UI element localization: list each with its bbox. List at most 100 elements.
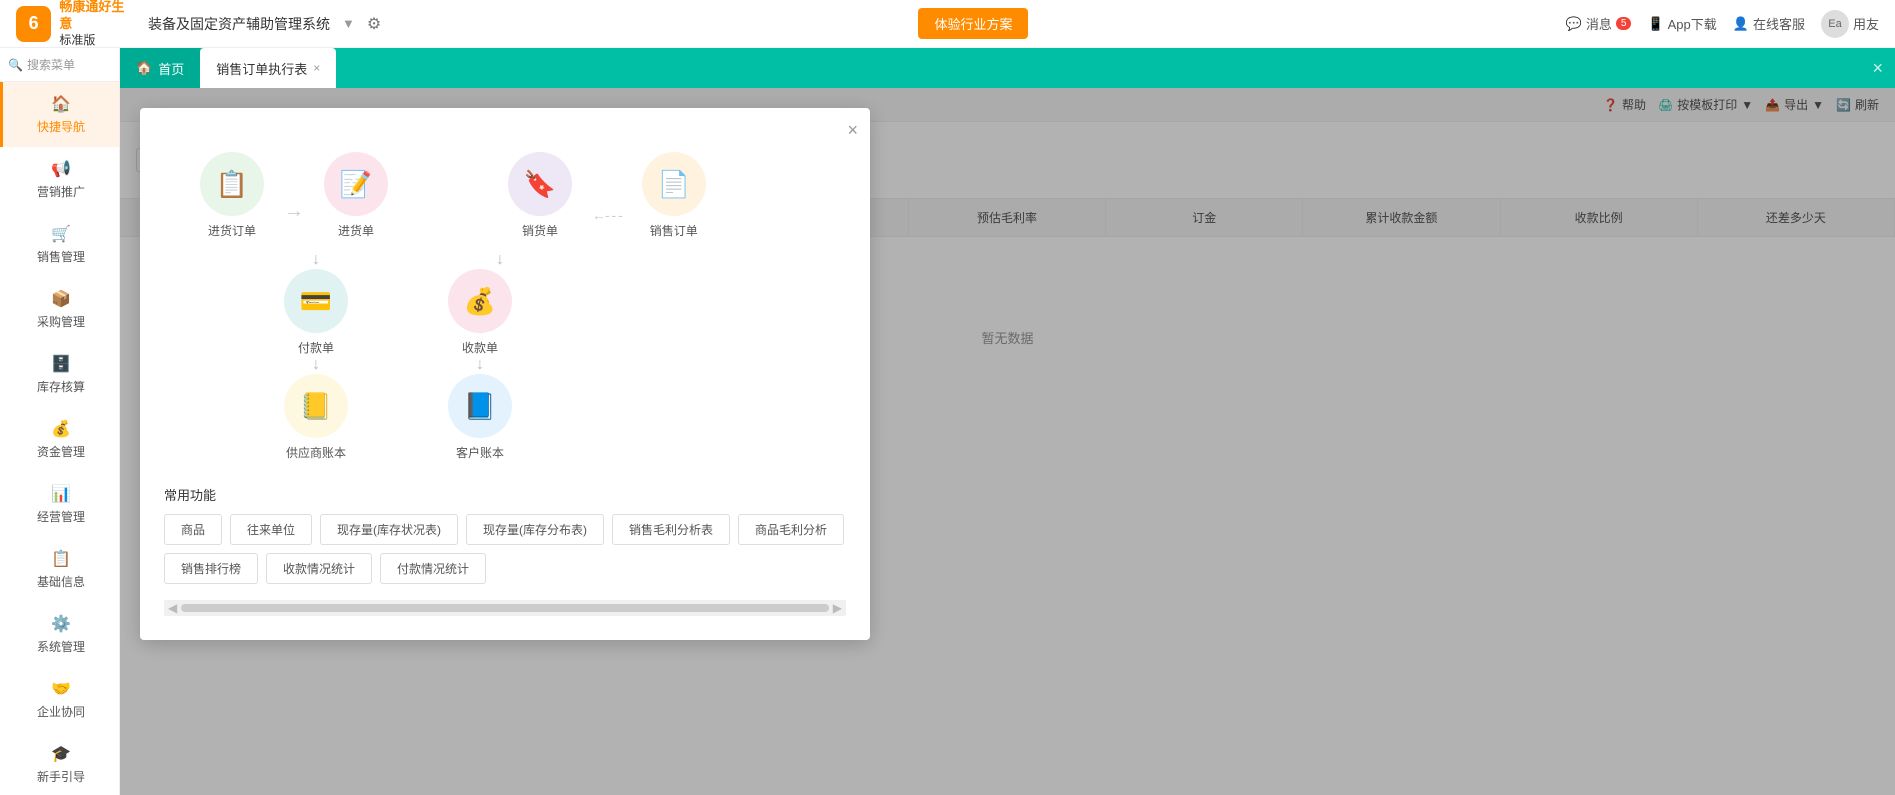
func-buttons-row2: 销售排行榜 收款情况统计 付款情况统计 [164,553,846,584]
newbie-icon: 🎓 [51,744,71,764]
purchase-slip-node: 📝 进货单 [324,152,388,239]
receipt-slip-circle[interactable]: 💰 [448,269,512,333]
search-icon: 🔍 [8,58,23,72]
scroll-track[interactable] [181,604,829,612]
sidebar-item-quick-nav[interactable]: 🏠 快捷导航 [0,82,119,147]
func-btn-product-profit[interactable]: 商品毛利分析 [738,514,844,545]
customer-ledger-node: 📘 客户账本 [448,374,512,461]
logo-icon: 6 [16,6,51,42]
top-bar-left: 6 畅康通好生意 标准版 装备及固定资产辅助管理系统 ▼ ⚙ [16,0,381,48]
sidebar-item-finance[interactable]: 💰 资金管理 [0,407,119,472]
tab-home[interactable]: 🏠 首页 [120,48,200,88]
arrow-po-to-ps: → [284,200,304,223]
arrow-down-ps: ↓ [264,251,368,269]
finance-icon: 💰 [51,419,71,439]
user-item[interactable]: Ea 用友 [1821,10,1879,38]
system-icon: ⚙️ [51,614,71,634]
supplier-ledger-node: 📒 供应商账本 [284,374,348,461]
sidebar-item-sales[interactable]: 🛒 销售管理 [0,212,119,277]
common-functions-title: 常用功能 [164,485,846,504]
try-button[interactable]: 体验行业方案 [918,8,1028,39]
message-icon: 💬 [1566,16,1582,32]
func-btn-product[interactable]: 商品 [164,514,222,545]
flow-modal: × 📋 进货订单 → 📝 进货单 [140,108,870,640]
sidebar-item-inventory[interactable]: 🗄️ 库存核算 [0,342,119,407]
message-item[interactable]: 💬 消息 5 [1566,14,1632,33]
customer-ledger-label: 客户账本 [456,444,504,461]
service-icon: 👤 [1733,16,1749,32]
sidebar-item-basic[interactable]: 📋 基础信息 [0,537,119,602]
dashed-arrow-so-to-ss: ←- - - [592,207,622,223]
sidebar-item-operation[interactable]: 📊 经营管理 [0,472,119,537]
func-btn-partners[interactable]: 往来单位 [230,514,312,545]
func-btn-sales-rank[interactable]: 销售排行榜 [164,553,258,584]
settings-icon[interactable]: ⚙ [367,14,381,34]
sidebar-item-purchase[interactable]: 📦 采购管理 [0,277,119,342]
func-btn-sales-profit[interactable]: 销售毛利分析表 [612,514,730,545]
sales-slip-label: 销货单 [522,222,558,239]
home-tab-icon: 🏠 [136,60,152,76]
receipt-slip-node: 💰 收款单 [448,269,512,356]
tab-sales-order-exec[interactable]: 销售订单执行表 × [200,48,336,88]
func-btn-stock-status[interactable]: 现存量(库存状况表) [320,514,458,545]
top-bar-actions: 体验行业方案 [918,8,1028,39]
sidebar-item-enterprise[interactable]: 🤝 企业协同 [0,667,119,732]
sales-slip-node: 🔖 销货单 [508,152,572,239]
payment-slip-node: 💳 付款单 [284,269,348,356]
supplier-ledger-circle[interactable]: 📒 [284,374,348,438]
purchase-order-circle[interactable]: 📋 [200,152,264,216]
basic-icon: 📋 [51,549,71,569]
scroll-left-arrow[interactable]: ◀ [164,601,181,615]
sales-order-label: 销售订单 [650,222,698,239]
supplier-ledger-label: 供应商账本 [286,444,346,461]
purchase-slip-label: 进货单 [338,222,374,239]
sidebar-item-system[interactable]: ⚙️ 系统管理 [0,602,119,667]
inventory-icon: 🗄️ [51,354,71,374]
customer-ledger-circle[interactable]: 📘 [448,374,512,438]
receipt-slip-label: 收款单 [462,339,498,356]
sales-slip-circle[interactable]: 🔖 [508,152,572,216]
modal-overlay[interactable]: × 📋 进货订单 → 📝 进货单 [120,88,1895,795]
scroll-right-arrow[interactable]: ▶ [829,601,846,615]
app-download-item[interactable]: 📱 App下载 [1647,14,1716,33]
purchase-order-label: 进货订单 [208,222,256,239]
flow-row-2-arrows: ↓ ↓ [180,251,552,269]
logo-area: 6 畅康通好生意 标准版 [16,0,136,48]
marketing-icon: 📢 [51,159,71,179]
scroll-bar-area[interactable]: ◀ ▶ [164,600,846,616]
common-functions: 常用功能 商品 往来单位 现存量(库存状况表) 现存量(库存分布表) 销售毛利分… [164,485,846,584]
func-btn-stock-dist[interactable]: 现存量(库存分布表) [466,514,604,545]
purchase-slip-circle[interactable]: 📝 [324,152,388,216]
func-buttons-row1: 商品 往来单位 现存量(库存状况表) 现存量(库存分布表) 销售毛利分析表 商品… [164,514,846,545]
arrow-down-payment: ↓ [264,356,368,374]
dropdown-icon[interactable]: ▼ [342,16,355,31]
sales-order-node: 📄 销售订单 [642,152,706,239]
message-badge: 5 [1616,17,1632,30]
sales-icon: 🛒 [51,224,71,244]
top-bar: 6 畅康通好生意 标准版 装备及固定资产辅助管理系统 ▼ ⚙ 体验行业方案 💬 … [0,0,1895,48]
tab-bar: 🏠 首页 销售订单执行表 × × [120,48,1895,88]
flow-diagram: 📋 进货订单 → 📝 进货单 🔖 销货单 ←- - - [164,132,846,469]
flow-row-1: 📋 进货订单 → 📝 进货单 🔖 销货单 ←- - - [180,140,726,251]
sidebar-item-marketing[interactable]: 📢 营销推广 [0,147,119,212]
tab-close-button[interactable]: × [313,61,320,75]
system-title: 装备及固定资产辅助管理系统 [148,14,330,34]
payment-slip-circle[interactable]: 💳 [284,269,348,333]
purchase-icon: 📦 [51,289,71,309]
arrow-down-receipt: ↓ [428,356,532,374]
payment-slip-label: 付款单 [298,339,334,356]
tab-bar-close[interactable]: × [1872,58,1895,79]
flow-row-5: 📒 供应商账本 📘 客户账本 [180,374,532,461]
sidebar-search[interactable]: 🔍 搜索菜单 [0,48,119,82]
flow-row-3: 💳 付款单 💰 收款单 [180,269,532,356]
func-btn-payment-stats[interactable]: 付款情况统计 [380,553,486,584]
avatar: Ea [1821,10,1849,38]
sidebar-item-newbie[interactable]: 🎓 新手引导 [0,732,119,795]
func-btn-receipt-stats[interactable]: 收款情况统计 [266,553,372,584]
flow-row-4-arrows: ↓ ↓ [180,356,532,374]
sales-order-circle[interactable]: 📄 [642,152,706,216]
online-service-item[interactable]: 👤 在线客服 [1733,14,1805,33]
sidebar: 🔍 搜索菜单 🏠 快捷导航 📢 营销推广 🛒 销售管理 📦 采购管理 🗄️ [0,48,120,795]
download-icon: 📱 [1647,16,1663,32]
modal-close-button[interactable]: × [847,120,858,141]
